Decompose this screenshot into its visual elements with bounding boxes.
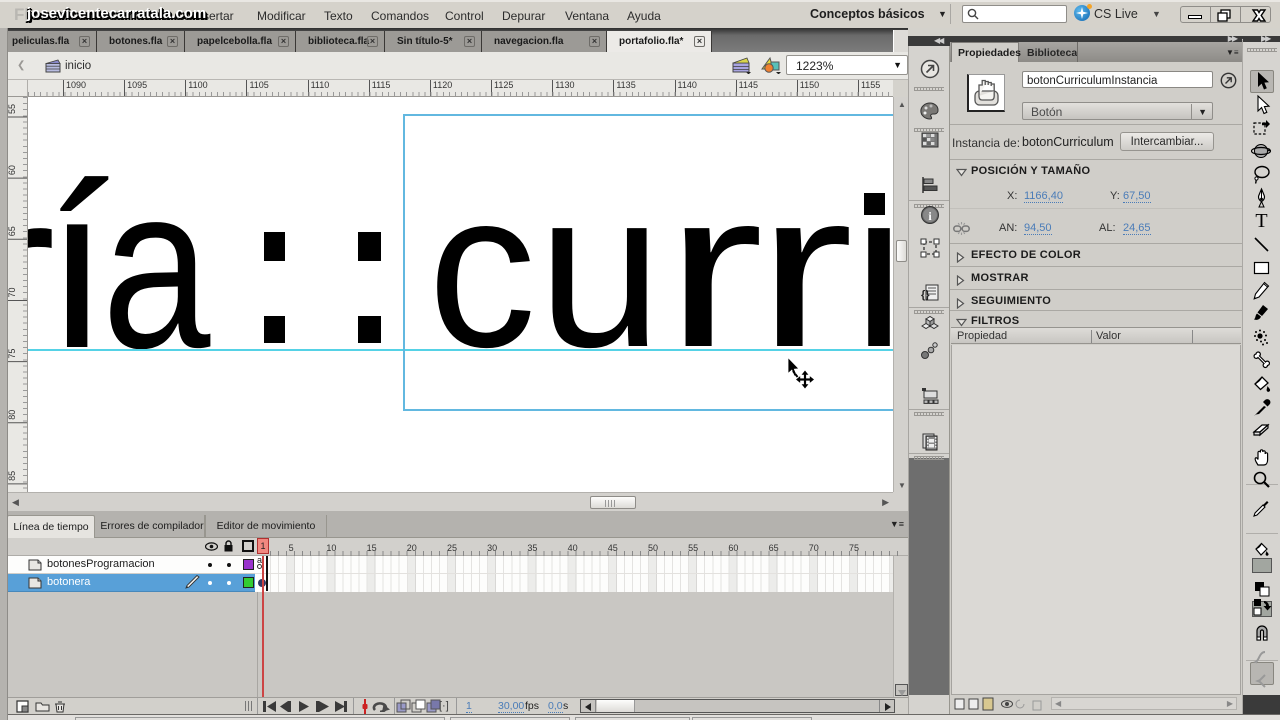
svg-text:75: 75: [8, 349, 17, 359]
svg-text:80: 80: [8, 410, 17, 420]
svg-text:70: 70: [8, 287, 17, 297]
svg-text:55: 55: [8, 104, 17, 114]
svg-text:T: T: [1255, 210, 1267, 232]
svg-text:65: 65: [8, 226, 17, 236]
svg-text:85: 85: [8, 471, 17, 481]
svg-text:{}: {}: [921, 289, 930, 301]
svg-text:60: 60: [8, 165, 17, 175]
